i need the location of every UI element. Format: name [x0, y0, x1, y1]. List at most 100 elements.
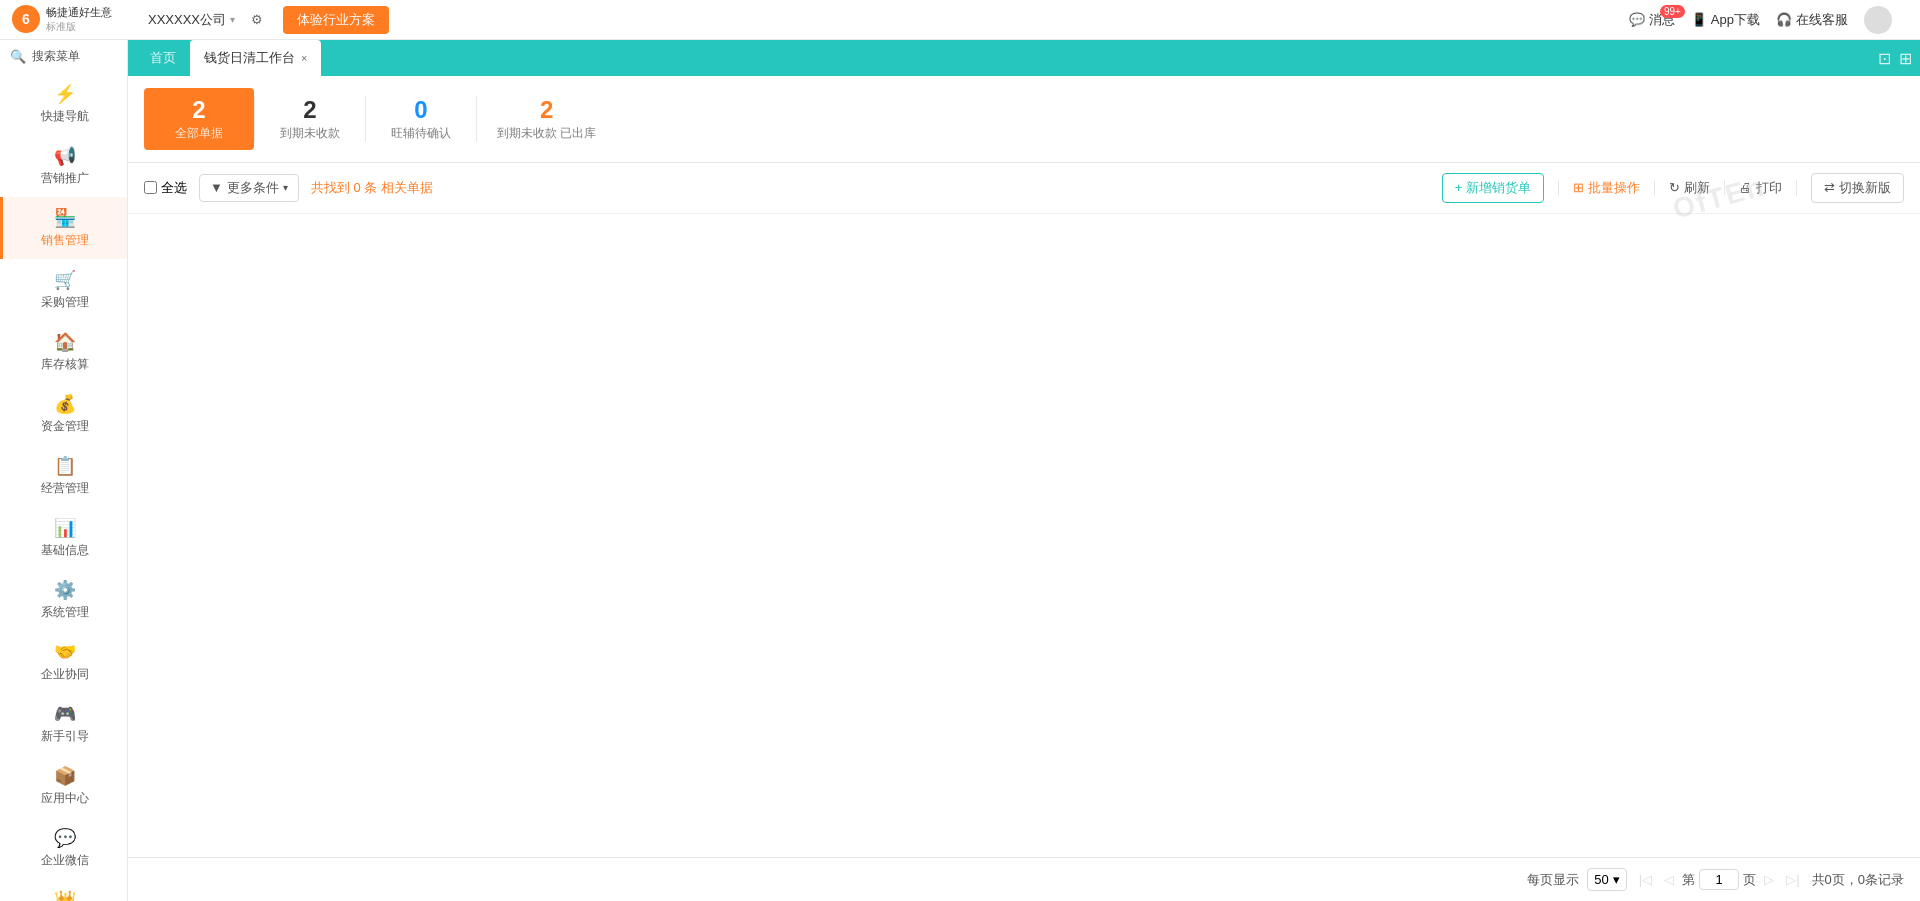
message-badge: 99+: [1660, 5, 1685, 18]
print-btn[interactable]: 🖨 打印: [1739, 179, 1782, 197]
search-icon: 🔍: [10, 49, 26, 64]
settings-icon[interactable]: ⚙: [243, 6, 271, 34]
per-page-select[interactable]: 50 ▾: [1587, 868, 1626, 891]
sidebar-item-marketing[interactable]: 📢 营销推广: [0, 135, 127, 197]
avatar[interactable]: [1864, 6, 1892, 34]
sidebar-item-system[interactable]: ⚙️ 系统管理: [0, 569, 127, 631]
tab-close-icon[interactable]: ×: [301, 52, 307, 64]
page-total: 共0页，0条记录: [1812, 871, 1904, 889]
sidebar-item-wechat[interactable]: 💬 企业微信: [0, 817, 127, 879]
add-sale-order-btn[interactable]: + 新增销货单: [1442, 173, 1544, 203]
toolbar-divider-2: [1654, 180, 1655, 196]
page-nav: |◁ ◁ 第 页 ▷ ▷|: [1635, 869, 1804, 890]
select-all-checkbox[interactable]: 全选: [144, 179, 187, 197]
sidebar-item-app-center[interactable]: 📦 应用中心: [0, 755, 127, 817]
member-icon: 👑: [54, 889, 76, 901]
app-center-icon: 📦: [54, 765, 76, 787]
stat-tab-due-unshipped[interactable]: 2 到期未收款 已出库: [477, 88, 616, 150]
sidebar-item-member[interactable]: 👑 畅会员: [0, 879, 127, 901]
sidebar-item-label: 快捷导航: [41, 108, 89, 125]
sidebar-search-label: 搜索菜单: [32, 48, 80, 65]
system-icon: ⚙️: [54, 579, 76, 601]
stat-num-all: 2: [192, 96, 205, 125]
sidebar-item-label: 营销推广: [41, 170, 89, 187]
tab-bar-actions: ⊡ ⊞: [1878, 49, 1912, 68]
switch-version-btn[interactable]: ⇄ 切换新版: [1811, 173, 1904, 203]
per-page-label: 每页显示: [1527, 871, 1579, 889]
refresh-icon: ↻: [1669, 180, 1680, 195]
stat-label-due-unshipped: 到期未收款 已出库: [497, 125, 596, 142]
sidebar-item-purchase[interactable]: 🛒 采购管理: [0, 259, 127, 321]
stat-tab-due-unpaid[interactable]: 2 到期未收款: [255, 88, 365, 150]
sidebar-item-label: 新手引导: [41, 728, 89, 745]
cooperation-icon: 🤝: [54, 641, 76, 663]
toolbar-right: + 新增销货单 ⊞ 批量操作 ↻ 刷新 🖨 打印 ⇄: [1442, 173, 1904, 203]
sidebar-item-label: 销售管理: [41, 232, 89, 249]
company-selector[interactable]: XXXXXX公司 ▾: [148, 11, 235, 29]
quick-nav-icon: ⚡: [54, 83, 76, 105]
sidebar: 🔍 搜索菜单 ⚡ 快捷导航 📢 营销推广 🏪 销售管理 🛒 采购管理 🏠 库存核…: [0, 40, 128, 901]
select-all-input[interactable]: [144, 181, 157, 194]
stat-label-wangwang: 旺辅待确认: [391, 125, 451, 142]
tab-cash-workbench-label: 钱货日清工作台: [204, 49, 295, 67]
filter-chevron: ▾: [283, 182, 288, 193]
page-input[interactable]: [1699, 869, 1739, 890]
wechat-icon: 💬: [54, 827, 76, 849]
batch-label: 批量操作: [1588, 179, 1640, 197]
sidebar-item-label: 经营管理: [41, 480, 89, 497]
sidebar-item-label: 应用中心: [41, 790, 89, 807]
batch-ops-btn[interactable]: ⊞ 批量操作: [1573, 179, 1640, 197]
capital-icon: 💰: [54, 393, 76, 415]
sidebar-item-operation[interactable]: 📋 经营管理: [0, 445, 127, 507]
stat-tab-all[interactable]: 2 全部单据: [144, 88, 254, 150]
filter-btn[interactable]: ▼ 更多条件 ▾: [199, 174, 299, 202]
stats-row: 2 全部单据 2 到期未收款 0 旺辅待确认 2 到期未收款 已出库: [128, 76, 1920, 163]
main-content: 2 全部单据 2 到期未收款 0 旺辅待确认 2 到期未收款 已出库: [128, 76, 1920, 901]
sidebar-item-label: 库存核算: [41, 356, 89, 373]
stat-num-due-unpaid: 2: [303, 96, 316, 125]
basic-icon: 📊: [54, 517, 76, 539]
last-page-btn[interactable]: ▷|: [1782, 870, 1803, 889]
sidebar-item-inventory[interactable]: 🏠 库存核算: [0, 321, 127, 383]
tab-restore-icon[interactable]: ⊡: [1878, 49, 1891, 68]
logo-text: 畅捷通好生意: [46, 5, 112, 19]
tab-bar: 首页 钱货日清工作台 × ⊡ ⊞: [128, 40, 1920, 76]
refresh-label: 刷新: [1684, 179, 1710, 197]
app-download-btn[interactable]: 📱 App下载: [1691, 11, 1760, 29]
experience-btn[interactable]: 体验行业方案: [283, 6, 389, 34]
sidebar-item-basic[interactable]: 📊 基础信息: [0, 507, 127, 569]
sidebar-search[interactable]: 🔍 搜索菜单: [0, 40, 127, 73]
app-download-label: App下载: [1711, 11, 1760, 29]
guide-icon: 🎮: [54, 703, 76, 725]
toolbar-divider-1: [1558, 180, 1559, 196]
purchase-icon: 🛒: [54, 269, 76, 291]
sidebar-item-label: 基础信息: [41, 542, 89, 559]
sidebar-item-label: 采购管理: [41, 294, 89, 311]
sidebar-item-quick-nav[interactable]: ⚡ 快捷导航: [0, 73, 127, 135]
refresh-btn[interactable]: ↻ 刷新: [1669, 179, 1710, 197]
sidebar-item-label: 企业微信: [41, 852, 89, 869]
sidebar-item-capital[interactable]: 💰 资金管理: [0, 383, 127, 445]
sidebar-item-cooperation[interactable]: 🤝 企业协同: [0, 631, 127, 693]
sidebar-item-sales[interactable]: 🏪 销售管理: [0, 197, 127, 259]
message-btn[interactable]: 💬 消息 99+: [1629, 11, 1675, 29]
found-count: 0: [354, 180, 361, 195]
online-service-btn[interactable]: 🎧 在线客服: [1776, 11, 1848, 29]
print-label: 打印: [1756, 179, 1782, 197]
sidebar-item-label: 资金管理: [41, 418, 89, 435]
logo-icon: 6: [12, 5, 40, 33]
tab-home[interactable]: 首页: [136, 40, 190, 76]
tab-maximize-icon[interactable]: ⊞: [1899, 49, 1912, 68]
print-icon: 🖨: [1739, 180, 1752, 195]
first-page-btn[interactable]: |◁: [1635, 870, 1656, 889]
prev-page-btn[interactable]: ◁: [1660, 870, 1678, 889]
sidebar-item-label: 企业协同: [41, 666, 89, 683]
logo-area: 6 畅捷通好生意 标准版: [12, 5, 140, 33]
next-page-btn[interactable]: ▷: [1760, 870, 1778, 889]
table-area: [128, 214, 1920, 794]
tab-cash-workbench[interactable]: 钱货日清工作台 ×: [190, 40, 321, 76]
sidebar-item-guide[interactable]: 🎮 新手引导: [0, 693, 127, 755]
online-service-label: 在线客服: [1796, 11, 1848, 29]
switch-label: 切换新版: [1839, 179, 1891, 197]
stat-tab-wangwang[interactable]: 0 旺辅待确认: [366, 88, 476, 150]
